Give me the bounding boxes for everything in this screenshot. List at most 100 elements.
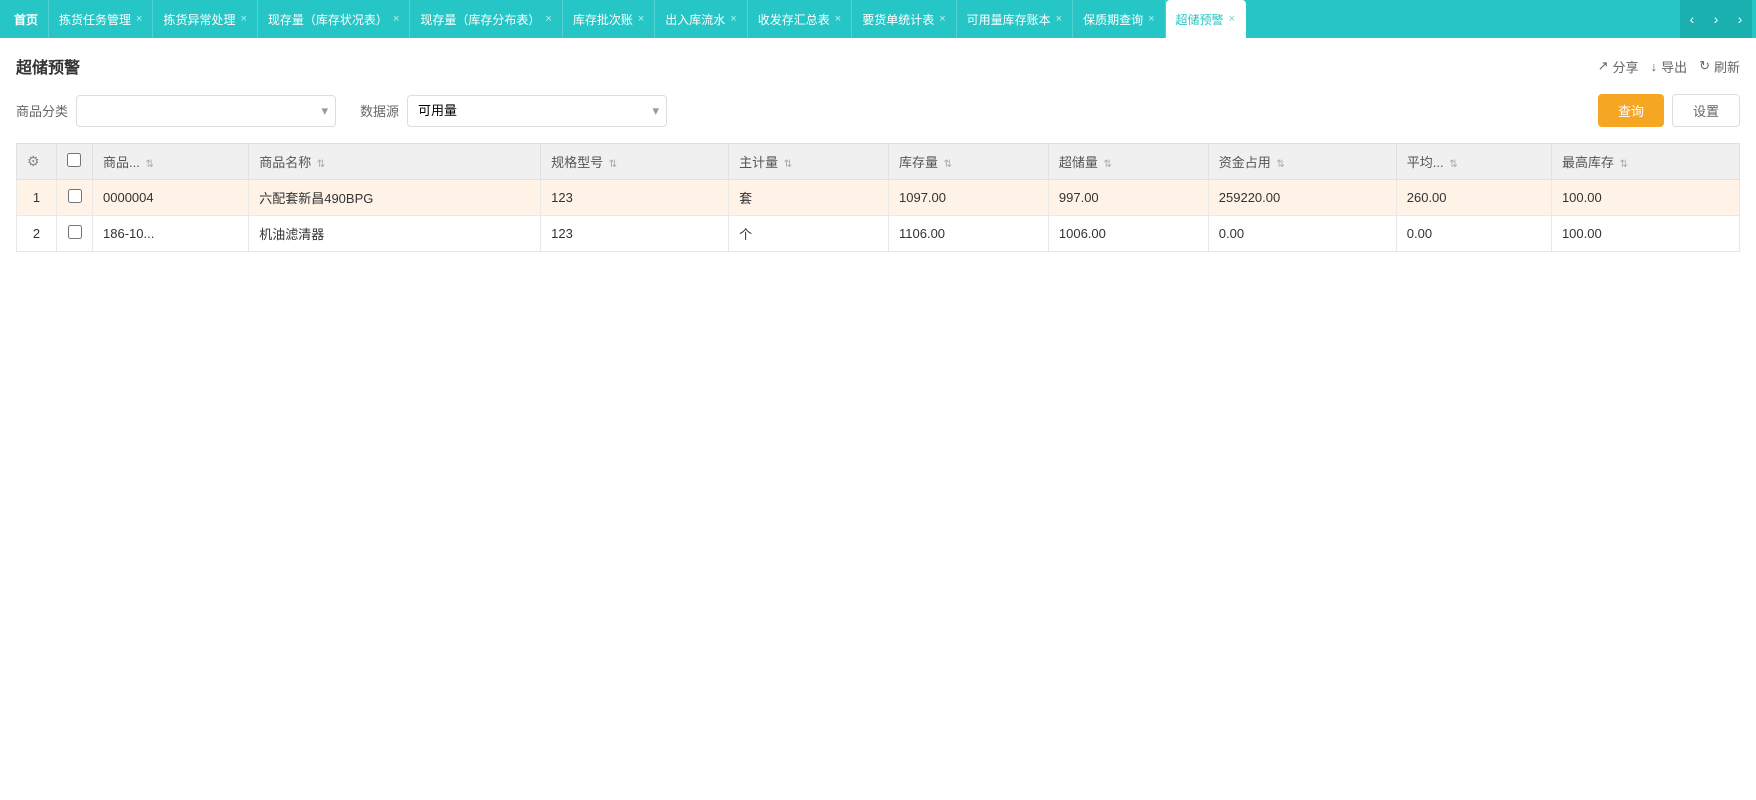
product-code: 186-10... <box>93 216 249 252</box>
th-max-stock: 最高库存 ⇅ <box>1551 144 1739 180</box>
page-header: 超储预警 ↗ 分享 ↓ 导出 ↻ 刷新 <box>16 54 1740 78</box>
table-row: 1 0000004 六配套新昌490BPG 123 套 1097.00 997.… <box>17 180 1740 216</box>
select-all-checkbox[interactable] <box>67 153 81 167</box>
nav-tab-jianhuorenwu[interactable]: 拣货任务管理 × <box>49 0 153 38</box>
capital-usage: 0.00 <box>1208 216 1396 252</box>
nav-tab-baozhi[interactable]: 保质期查询 × <box>1073 0 1165 38</box>
share-action[interactable]: ↗ 分享 <box>1598 57 1639 76</box>
th-avg-label: 平均... <box>1407 155 1444 170</box>
row-checkbox[interactable] <box>68 225 82 239</box>
sort-icon[interactable]: ⇅ <box>145 159 153 170</box>
th-avg: 平均... ⇅ <box>1396 144 1551 180</box>
row-checkbox-cell <box>57 216 93 252</box>
refresh-action[interactable]: ↻ 刷新 <box>1699 57 1740 76</box>
close-icon[interactable]: × <box>835 13 841 25</box>
over-qty: 1006.00 <box>1048 216 1208 252</box>
th-stock-qty-label: 库存量 <box>899 155 938 170</box>
datasource-select[interactable]: 可用量 <box>407 95 667 127</box>
avg: 0.00 <box>1396 216 1551 252</box>
unit: 个 <box>729 216 889 252</box>
tab-label: 超储预警 <box>1176 11 1224 28</box>
refresh-icon: ↻ <box>1699 58 1710 74</box>
filter-row: 商品分类 数据源 可用量 查询 设置 <box>16 94 1740 127</box>
th-over-qty: 超储量 ⇅ <box>1048 144 1208 180</box>
query-button[interactable]: 查询 <box>1598 94 1664 127</box>
th-product-name: 商品名称 ⇅ <box>249 144 541 180</box>
close-icon[interactable]: × <box>1148 13 1154 25</box>
category-select[interactable] <box>76 95 336 127</box>
gear-icon[interactable]: ⚙ <box>27 153 40 169</box>
tab-label: 现存量（库存状况表） <box>268 11 388 28</box>
th-over-qty-label: 超储量 <box>1059 155 1098 170</box>
filter-buttons: 查询 设置 <box>1598 94 1740 127</box>
th-unit: 主计量 ⇅ <box>729 144 889 180</box>
close-icon[interactable]: × <box>1056 13 1062 25</box>
tab-label: 出入库流水 <box>665 11 725 28</box>
home-label: 首页 <box>14 11 38 28</box>
th-max-stock-label: 最高库存 <box>1562 155 1614 170</box>
tab-label: 保质期查询 <box>1083 11 1143 28</box>
over-qty: 997.00 <box>1048 180 1208 216</box>
stock-qty: 1097.00 <box>889 180 1049 216</box>
row-checkbox-cell <box>57 180 93 216</box>
datasource-filter-group: 数据源 可用量 <box>360 95 667 127</box>
close-icon[interactable]: × <box>730 13 736 25</box>
capital-usage: 259220.00 <box>1208 180 1396 216</box>
table-body: 1 0000004 六配套新昌490BPG 123 套 1097.00 997.… <box>17 180 1740 252</box>
close-icon[interactable]: × <box>393 13 399 25</box>
category-select-wrapper <box>76 95 336 127</box>
th-product-code-label: 商品... <box>103 155 140 170</box>
nav-tab-xiancunliang1[interactable]: 现存量（库存状况表） × <box>258 0 410 38</box>
table-header: ⚙ 商品... ⇅ 商品名称 ⇅ 规格型号 ⇅ 主计量 <box>17 144 1740 180</box>
sort-icon[interactable]: ⇅ <box>1276 159 1284 170</box>
sort-icon[interactable]: ⇅ <box>1620 159 1628 170</box>
close-icon[interactable]: × <box>136 13 142 25</box>
spec: 123 <box>541 216 729 252</box>
nav-tab-kucunpici[interactable]: 库存批次账 × <box>563 0 655 38</box>
export-icon: ↓ <box>1651 59 1658 74</box>
tab-label: 收发存汇总表 <box>758 11 830 28</box>
nav-arrow-group: ‹ › › <box>1680 0 1752 38</box>
product-name: 六配套新昌490BPG <box>249 180 541 216</box>
nav-tab-churukuliushui[interactable]: 出入库流水 × <box>655 0 747 38</box>
tab-label: 拣货任务管理 <box>59 11 131 28</box>
settings-button[interactable]: 设置 <box>1672 94 1740 127</box>
nav-menu-button[interactable]: › <box>1728 0 1752 38</box>
nav-prev-button[interactable]: ‹ <box>1680 0 1704 38</box>
row-checkbox[interactable] <box>68 189 82 203</box>
th-gear: ⚙ <box>17 144 57 180</box>
table-row: 2 186-10... 机油滤清器 123 个 1106.00 1006.00 … <box>17 216 1740 252</box>
tab-label: 要货单统计表 <box>862 11 934 28</box>
export-action[interactable]: ↓ 导出 <box>1651 57 1688 76</box>
th-spec-label: 规格型号 <box>551 155 603 170</box>
row-num: 2 <box>17 216 57 252</box>
refresh-label: 刷新 <box>1714 57 1740 76</box>
sort-icon[interactable]: ⇅ <box>609 159 617 170</box>
nav-tab-xiancunliang2[interactable]: 现存量（库存分布表） × <box>410 0 562 38</box>
close-icon[interactable]: × <box>939 13 945 25</box>
th-unit-label: 主计量 <box>739 155 778 170</box>
nav-tab-chaochuyujing[interactable]: 超储预警 × <box>1166 0 1246 38</box>
close-icon[interactable]: × <box>1229 13 1235 25</box>
nav-tab-keyongliang[interactable]: 可用量库存账本 × <box>957 0 1073 38</box>
top-navigation: 首页 拣货任务管理 × 拣货异常处理 × 现存量（库存状况表） × 现存量（库存… <box>0 0 1756 38</box>
th-checkbox <box>57 144 93 180</box>
page-title: 超储预警 <box>16 54 80 78</box>
sort-icon[interactable]: ⇅ <box>784 159 792 170</box>
nav-next-button[interactable]: › <box>1704 0 1728 38</box>
spec: 123 <box>541 180 729 216</box>
datasource-label: 数据源 <box>360 101 399 120</box>
sort-icon[interactable]: ⇅ <box>1449 159 1457 170</box>
sort-icon[interactable]: ⇅ <box>944 159 952 170</box>
close-icon[interactable]: × <box>638 13 644 25</box>
close-icon[interactable]: × <box>240 13 246 25</box>
close-icon[interactable]: × <box>545 13 551 25</box>
nav-tab-jianhuoyichang[interactable]: 拣货异常处理 × <box>153 0 257 38</box>
nav-home[interactable]: 首页 <box>4 0 49 38</box>
th-product-code: 商品... ⇅ <box>93 144 249 180</box>
nav-tab-shoufacun[interactable]: 收发存汇总表 × <box>748 0 852 38</box>
sort-icon[interactable]: ⇅ <box>317 159 325 170</box>
sort-icon[interactable]: ⇅ <box>1104 159 1112 170</box>
export-label: 导出 <box>1661 57 1687 76</box>
nav-tab-yaohuo[interactable]: 要货单统计表 × <box>852 0 956 38</box>
